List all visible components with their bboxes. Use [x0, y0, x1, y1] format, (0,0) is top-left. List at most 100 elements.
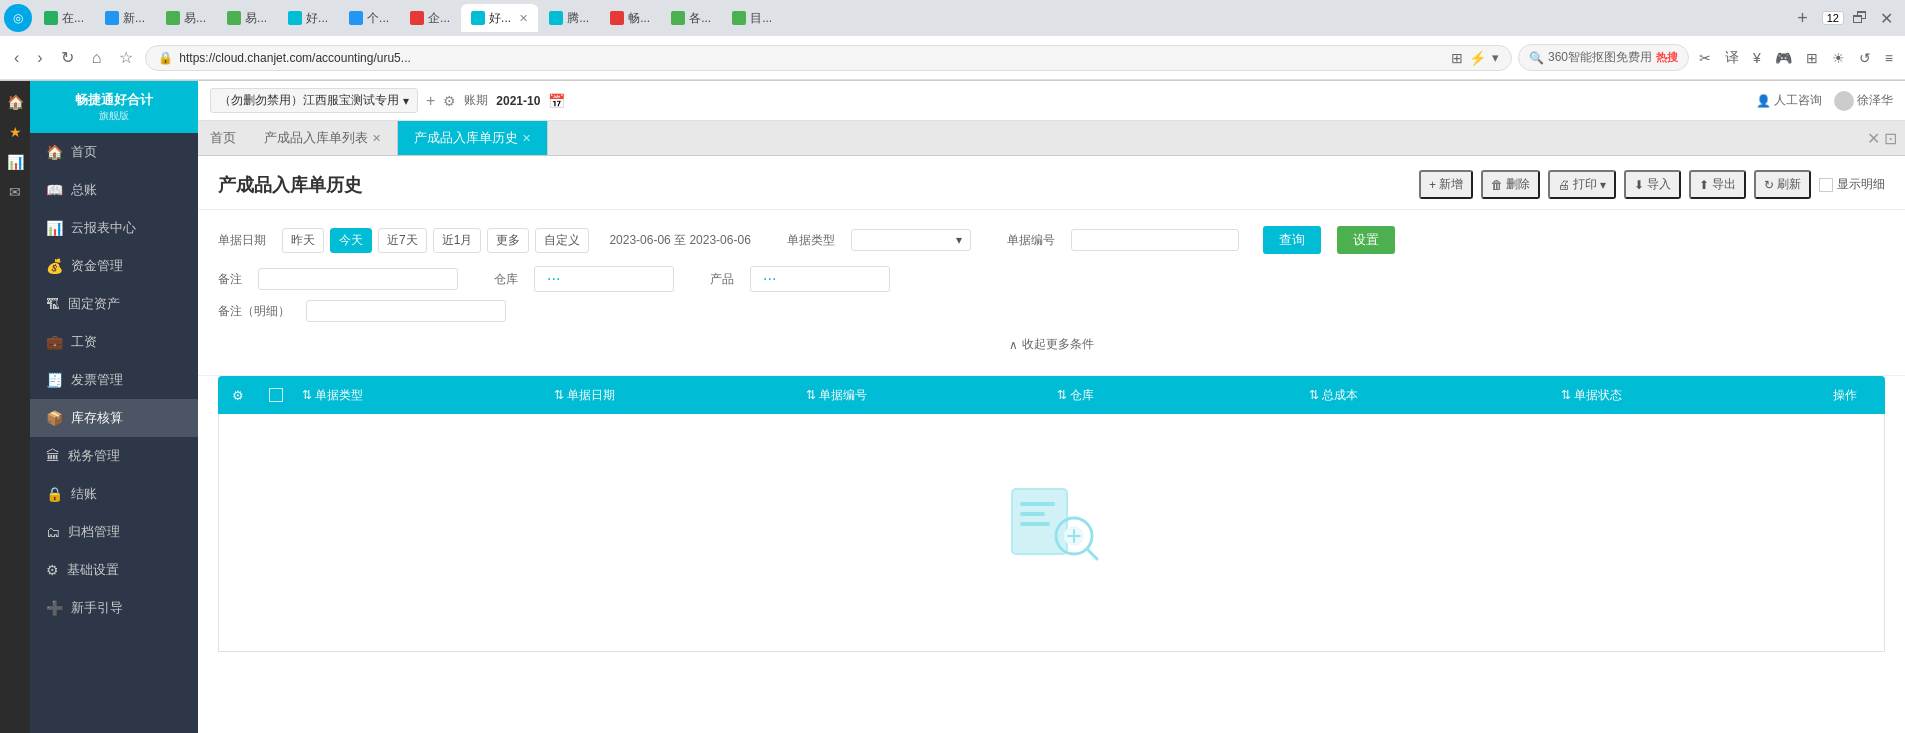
- delete-button[interactable]: 🗑 删除: [1481, 170, 1540, 199]
- bookmark-button[interactable]: ☆: [113, 44, 139, 71]
- select-all-checkbox[interactable]: [269, 388, 283, 402]
- tab-12[interactable]: 目...: [722, 4, 782, 32]
- company-settings-icon[interactable]: ⚙: [443, 93, 456, 109]
- undo-icon[interactable]: ↺: [1855, 48, 1875, 68]
- add-company-button[interactable]: +: [426, 92, 435, 110]
- search-section: 单据日期 昨天 今天 近7天 近1月 更多 自定义 2023-06-06 至 2…: [198, 210, 1905, 376]
- restore-button[interactable]: 🗗: [1852, 9, 1868, 27]
- search-bar[interactable]: 🔍 360智能抠图免费用 热搜: [1518, 44, 1689, 71]
- content-tab-list-close[interactable]: ✕: [372, 132, 381, 145]
- sidebar-item-payroll[interactable]: 💼 工资: [30, 323, 198, 361]
- nav-actions: ✂ 译 ¥ 🎮 ⊞ ☀ ↺ ≡: [1695, 47, 1897, 69]
- forward-button[interactable]: ›: [31, 45, 48, 71]
- tab-close-8[interactable]: ✕: [519, 12, 528, 25]
- display-toggle-checkbox[interactable]: [1819, 178, 1833, 192]
- date-btn-more[interactable]: 更多: [487, 228, 529, 253]
- sidebar-item-home[interactable]: 🏠 首页: [30, 133, 198, 171]
- tab-1[interactable]: 在...: [34, 4, 94, 32]
- tab-panel-expand[interactable]: ⊡: [1884, 129, 1897, 148]
- tab-5[interactable]: 好...: [278, 4, 338, 32]
- translate-icon[interactable]: 译: [1721, 47, 1743, 69]
- table-gear-button[interactable]: ⚙: [218, 388, 258, 403]
- note-input[interactable]: [258, 268, 458, 290]
- th-number[interactable]: ⇅ 单据编号: [798, 387, 1050, 404]
- sidebar-item-newguide[interactable]: ➕ 新手引导: [30, 589, 198, 627]
- sidebar-item-settings[interactable]: ⚙ 基础设置: [30, 551, 198, 589]
- refresh-button[interactable]: ↻ 刷新: [1754, 170, 1811, 199]
- table-select-all[interactable]: [258, 388, 294, 402]
- sidebar-item-archive[interactable]: 🗂 归档管理: [30, 513, 198, 551]
- content-tab-history[interactable]: 产成品入库单历史 ✕: [398, 121, 548, 155]
- yuan-icon[interactable]: ¥: [1749, 48, 1765, 68]
- date-filter: 昨天 今天 近7天 近1月 更多 自定义: [282, 228, 589, 253]
- game-icon[interactable]: 🎮: [1771, 48, 1796, 68]
- content-tab-list[interactable]: 产成品入库单列表 ✕: [248, 121, 398, 155]
- date-btn-custom[interactable]: 自定义: [535, 228, 589, 253]
- sidebar-item-fixed[interactable]: 🏗 固定资产: [30, 285, 198, 323]
- collapse-bar[interactable]: ∧ 收起更多条件: [218, 330, 1885, 359]
- type-select[interactable]: ▾: [851, 229, 971, 251]
- detail-note-input[interactable]: [306, 300, 506, 322]
- warehouse-select[interactable]: ···: [534, 266, 674, 292]
- import-button[interactable]: ⬇ 导入: [1624, 170, 1681, 199]
- user-button[interactable]: 徐泽华: [1834, 91, 1893, 111]
- sidebar-item-inventory[interactable]: 📦 库存核算: [30, 399, 198, 437]
- print-button[interactable]: 🖨 打印 ▾: [1548, 170, 1616, 199]
- new-tab-button[interactable]: +: [1791, 8, 1814, 29]
- tab-panel-close[interactable]: ✕: [1867, 129, 1880, 148]
- ai-consult-button[interactable]: 👤 人工咨询: [1756, 92, 1822, 109]
- tab-4[interactable]: 易...: [217, 4, 277, 32]
- tab-label-8: 好...: [489, 10, 511, 27]
- tab-3[interactable]: 易...: [156, 4, 216, 32]
- address-bar[interactable]: 🔒 https://cloud.chanjet.com/accounting/u…: [145, 45, 1512, 71]
- th-cost[interactable]: ⇅ 总成本: [1301, 387, 1553, 404]
- th-status[interactable]: ⇅ 单据状态: [1553, 387, 1805, 404]
- sidebar-item-closing[interactable]: 🔒 结账: [30, 475, 198, 513]
- tab-label-6: 个...: [367, 10, 389, 27]
- icon-mail[interactable]: ✉: [2, 179, 28, 205]
- sidebar-item-invoice[interactable]: 🧾 发票管理: [30, 361, 198, 399]
- refresh-nav-button[interactable]: ↻: [55, 44, 80, 71]
- more-icon[interactable]: ≡: [1881, 48, 1897, 68]
- chevron-down-icon[interactable]: ▾: [1492, 50, 1499, 65]
- number-input[interactable]: [1071, 229, 1239, 251]
- tab-6[interactable]: 个...: [339, 4, 399, 32]
- sidebar-item-funds[interactable]: 💰 资金管理: [30, 247, 198, 285]
- sidebar-item-tax[interactable]: 🏛 税务管理: [30, 437, 198, 475]
- date-btn-yesterday[interactable]: 昨天: [282, 228, 324, 253]
- query-button[interactable]: 查询: [1263, 226, 1321, 254]
- close-browser-button[interactable]: ✕: [1880, 9, 1893, 28]
- tab-8[interactable]: 好... ✕: [461, 4, 538, 32]
- breadcrumb-home[interactable]: 首页: [198, 123, 248, 153]
- sidebar-label-closing: 结账: [71, 485, 97, 503]
- date-btn-1month[interactable]: 近1月: [433, 228, 482, 253]
- icon-home[interactable]: 🏠: [2, 89, 28, 115]
- th-warehouse[interactable]: ⇅ 仓库: [1049, 387, 1301, 404]
- back-button[interactable]: ‹: [8, 45, 25, 71]
- scissors-icon[interactable]: ✂: [1695, 48, 1715, 68]
- tab-7[interactable]: 企...: [400, 4, 460, 32]
- date-btn-today[interactable]: 今天: [330, 228, 372, 253]
- tab-9[interactable]: 腾...: [539, 4, 599, 32]
- tab-2[interactable]: 新...: [95, 4, 155, 32]
- print-label: 打印: [1573, 176, 1597, 193]
- icon-chart[interactable]: 📊: [2, 149, 28, 175]
- sidebar-item-reports[interactable]: 📊 云报表中心: [30, 209, 198, 247]
- sidebar-item-ledger[interactable]: 📖 总账: [30, 171, 198, 209]
- tab-11[interactable]: 各...: [661, 4, 721, 32]
- theme-icon[interactable]: ☀: [1828, 48, 1849, 68]
- icon-star[interactable]: ★: [2, 119, 28, 145]
- tab-10[interactable]: 畅...: [600, 4, 660, 32]
- product-select[interactable]: ···: [750, 266, 890, 292]
- th-date[interactable]: ⇅ 单据日期: [546, 387, 798, 404]
- date-btn-7days[interactable]: 近7天: [378, 228, 427, 253]
- th-type[interactable]: ⇅ 单据类型: [294, 387, 546, 404]
- new-button[interactable]: + 新增: [1419, 170, 1473, 199]
- content-tab-history-close[interactable]: ✕: [522, 132, 531, 145]
- settings-filter-button[interactable]: 设置: [1337, 226, 1395, 254]
- apps-icon[interactable]: ⊞: [1802, 48, 1822, 68]
- export-button[interactable]: ⬆ 导出: [1689, 170, 1746, 199]
- company-select[interactable]: （勿删勿禁用）江西服宝测试专用 ▾: [210, 88, 418, 113]
- calendar-icon[interactable]: 📅: [548, 93, 565, 109]
- home-button[interactable]: ⌂: [86, 45, 108, 71]
